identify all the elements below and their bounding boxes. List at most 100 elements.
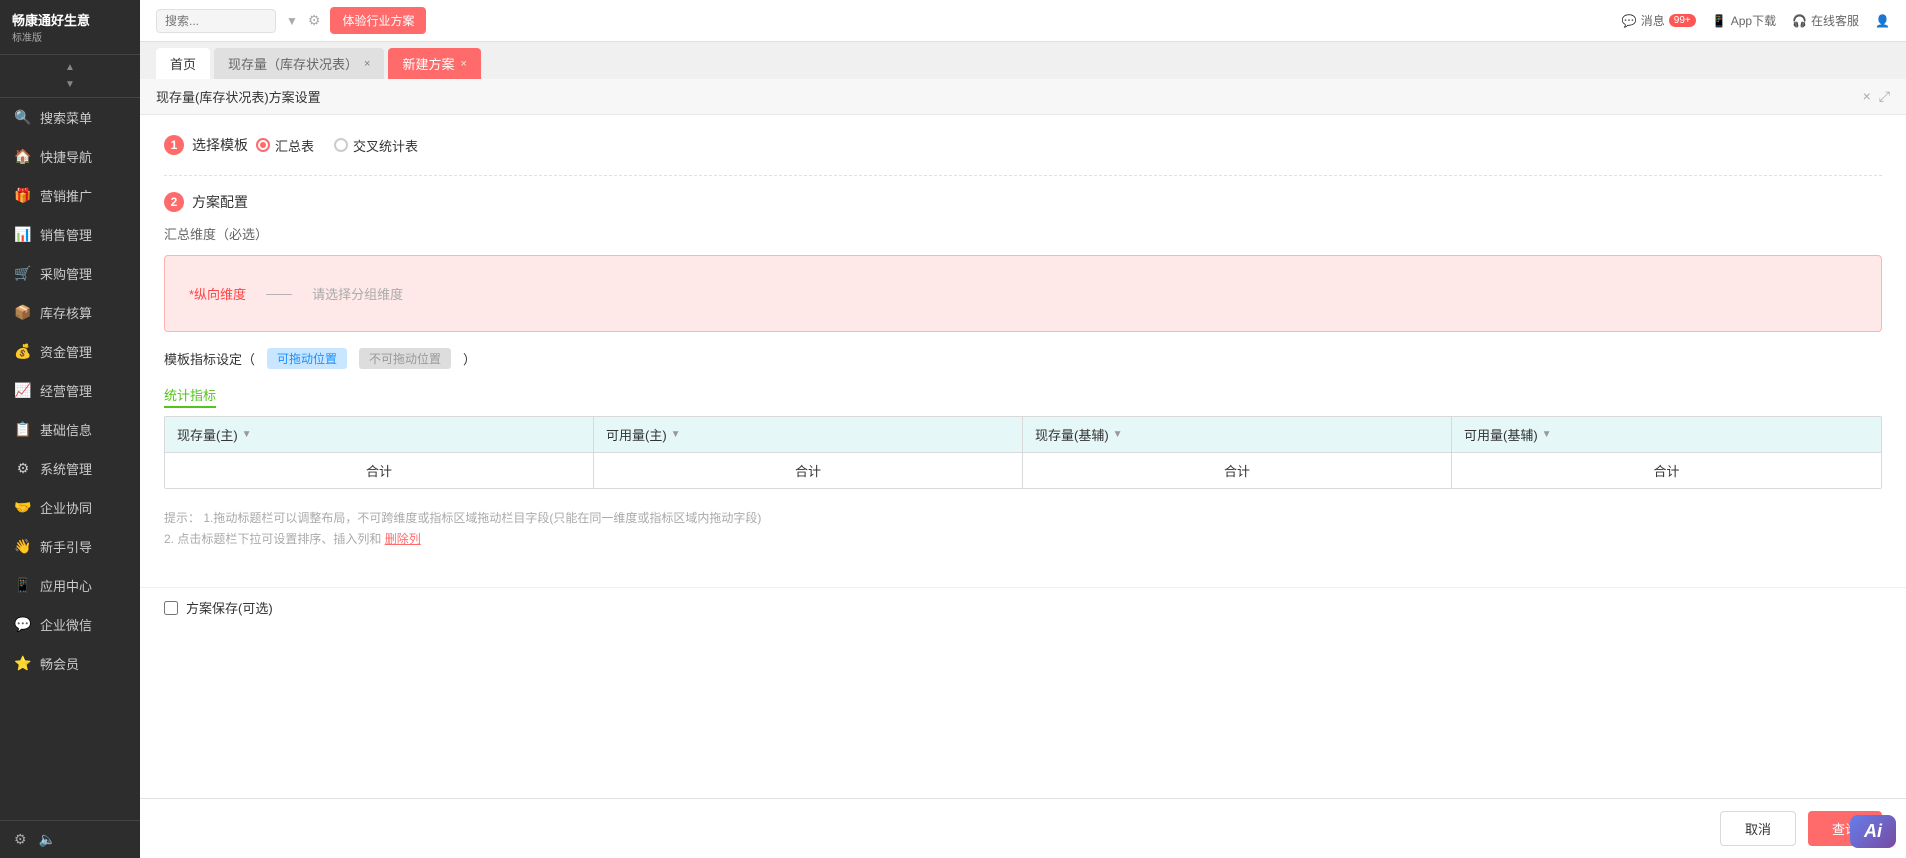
sidebar-item-marketing[interactable]: 🎁 营销推广 <box>0 176 140 215</box>
stats-col-0-label: 现存量(主) <box>177 425 238 444</box>
sidebar-item-label: 经营管理 <box>40 381 92 400</box>
app-download-item[interactable]: 📱 App下载 <box>1712 12 1776 29</box>
download-icon: 📱 <box>1712 14 1727 28</box>
search-icon: 🔍 <box>14 109 32 127</box>
dimension-section-label: 汇总维度（必选） <box>164 224 1882 243</box>
cart-icon: 🛒 <box>14 265 32 283</box>
stats-col-3[interactable]: 可用量(基辅) ▼ <box>1452 417 1881 452</box>
close-panel-icon[interactable]: × <box>1863 88 1871 105</box>
stats-title: 统计指标 <box>164 385 216 408</box>
sidebar-scroll-controls: ▲ ▼ <box>0 55 140 98</box>
topbar-search-input[interactable] <box>156 9 276 33</box>
sidebar-item-inventory[interactable]: 📦 库存核算 <box>0 293 140 332</box>
step-divider <box>164 175 1882 176</box>
action-bar: 取消 查询 <box>140 798 1906 858</box>
form-content: 1 选择模板 汇总表 交叉统计表 <box>140 115 1906 587</box>
dimension-box[interactable]: *纵向维度 —— 请选择分组维度 <box>164 255 1882 332</box>
sidebar-item-label: 库存核算 <box>40 303 92 322</box>
sidebar-item-label: 企业协同 <box>40 498 92 517</box>
sidebar-item-finance[interactable]: 💰 资金管理 <box>0 332 140 371</box>
stats-col-1[interactable]: 可用量(主) ▼ <box>594 417 1023 452</box>
indicator-settings-row: 模板指标设定（ 可拖动位置 不可拖动位置 ） <box>164 348 1882 369</box>
sidebar-item-wxwork[interactable]: 💬 企业微信 <box>0 605 140 644</box>
sidebar-item-basic-info[interactable]: 📋 基础信息 <box>0 410 140 449</box>
sidebar-footer: ⚙ 🔈 <box>0 820 140 858</box>
expand-panel-icon[interactable]: ⤢ <box>1879 88 1890 105</box>
tab-home-label: 首页 <box>170 54 196 73</box>
save-checkbox[interactable] <box>164 601 178 615</box>
step2-badge: 2 <box>164 192 184 212</box>
radio-summary[interactable]: 汇总表 <box>256 136 314 155</box>
headset-icon: 🎧 <box>1792 14 1807 28</box>
sidebar-item-guide[interactable]: 👋 新手引导 <box>0 527 140 566</box>
sidebar-item-appcenter[interactable]: 📱 应用中心 <box>0 566 140 605</box>
tip-2: 2. 点击标题栏下拉可设置排序、插入列和 删除列 <box>164 530 1882 547</box>
scroll-down-icon[interactable]: ▼ <box>62 76 78 93</box>
stats-col-0[interactable]: 现存量(主) ▼ <box>165 417 594 452</box>
sidebar-item-system[interactable]: ⚙ 系统管理 <box>0 449 140 488</box>
volume-icon[interactable]: 🔈 <box>39 831 56 848</box>
online-service-item[interactable]: 🎧 在线客服 <box>1792 12 1859 29</box>
sidebar-item-member[interactable]: ⭐ 畅会员 <box>0 644 140 683</box>
messages-badge: 99+ <box>1669 14 1696 27</box>
message-icon: 💬 <box>1622 14 1637 28</box>
movable-chip: 可拖动位置 <box>267 348 347 369</box>
sidebar-item-label: 采购管理 <box>40 264 92 283</box>
save-label: 方案保存(可选) <box>186 598 273 617</box>
tab-inventory-close-icon[interactable]: × <box>364 58 370 70</box>
stats-col-2-dropdown[interactable]: ▼ <box>1113 429 1123 440</box>
tip2-link[interactable]: 删除列 <box>385 532 421 546</box>
industry-btn[interactable]: 体验行业方案 <box>330 7 426 34</box>
app-subtitle: 标准版 <box>12 29 128 44</box>
messages-item[interactable]: 💬 消息 99+ <box>1622 12 1696 29</box>
sidebar-nav: 🔍 搜索菜单 🏠 快捷导航 🎁 营销推广 📊 销售管理 🛒 采购管理 📦 库存核… <box>0 98 140 820</box>
stats-col-1-dropdown[interactable]: ▼ <box>671 429 681 440</box>
user-avatar[interactable]: 👤 <box>1875 14 1890 28</box>
radio-crosstab[interactable]: 交叉统计表 <box>334 136 418 155</box>
cancel-button[interactable]: 取消 <box>1720 811 1796 846</box>
form-footer: 方案保存(可选) <box>140 587 1906 627</box>
sidebar-item-sales[interactable]: 📊 销售管理 <box>0 215 140 254</box>
online-service-label: 在线客服 <box>1811 12 1859 29</box>
sidebar-item-label: 应用中心 <box>40 576 92 595</box>
scroll-up-icon[interactable]: ▲ <box>62 59 78 76</box>
stats-cell-0-0: 合计 <box>165 453 594 488</box>
topbar-dropdown-icon[interactable]: ▼ <box>286 14 298 28</box>
settings-icon[interactable]: ⚙ <box>14 831 27 848</box>
stats-col-2-label: 现存量(基辅) <box>1035 425 1109 444</box>
step1-badge: 1 <box>164 135 184 155</box>
tab-inventory[interactable]: 现存量（库存状况表） × <box>214 48 384 79</box>
main-area: ▼ ⚙ 体验行业方案 💬 消息 99+ 📱 App下载 🎧 在线客服 👤 <box>140 0 1906 858</box>
radio-summary-label: 汇总表 <box>275 136 314 155</box>
indicator-label3: ） <box>463 349 476 368</box>
sidebar-item-label: 基础信息 <box>40 420 92 439</box>
tab-new-plan-close-icon[interactable]: × <box>460 58 466 70</box>
app-logo: 畅康通好生意 标准版 <box>0 0 140 55</box>
panel-header-actions: × ⤢ <box>1863 88 1890 105</box>
wechat-icon: 💬 <box>14 616 32 634</box>
stats-cell-0-3: 合计 <box>1452 453 1881 488</box>
tab-new-plan[interactable]: 新建方案 × <box>388 48 480 79</box>
tab-new-plan-label: 新建方案 <box>402 54 454 73</box>
stats-col-2[interactable]: 现存量(基辅) ▼ <box>1023 417 1452 452</box>
sidebar-item-quicknav[interactable]: 🏠 快捷导航 <box>0 137 140 176</box>
sidebar-item-search[interactable]: 🔍 搜索菜单 <box>0 98 140 137</box>
stats-table: 现存量(主) ▼ 可用量(主) ▼ 现存量(基辅) ▼ <box>164 416 1882 489</box>
tab-home[interactable]: 首页 <box>156 48 210 79</box>
money-icon: 💰 <box>14 343 32 361</box>
topbar-gear-icon[interactable]: ⚙ <box>308 12 321 29</box>
ai-badge[interactable]: Ai <box>1850 815 1896 848</box>
step2-header: 2 方案配置 <box>164 192 1882 212</box>
sidebar-item-label: 资金管理 <box>40 342 92 361</box>
sidebar-item-label: 搜索菜单 <box>40 108 92 127</box>
step2-title: 方案配置 <box>192 192 248 212</box>
sidebar-item-cooperation[interactable]: 🤝 企业协同 <box>0 488 140 527</box>
stats-col-3-dropdown[interactable]: ▼ <box>1542 429 1552 440</box>
box-icon: 📦 <box>14 304 32 322</box>
step1-section: 1 选择模板 汇总表 交叉统计表 <box>164 135 1882 155</box>
sidebar-item-purchase[interactable]: 🛒 采购管理 <box>0 254 140 293</box>
topbar: ▼ ⚙ 体验行业方案 💬 消息 99+ 📱 App下载 🎧 在线客服 👤 <box>140 0 1906 42</box>
sidebar-item-label: 企业微信 <box>40 615 92 634</box>
stats-col-0-dropdown[interactable]: ▼ <box>242 429 252 440</box>
sidebar-item-management[interactable]: 📈 经营管理 <box>0 371 140 410</box>
